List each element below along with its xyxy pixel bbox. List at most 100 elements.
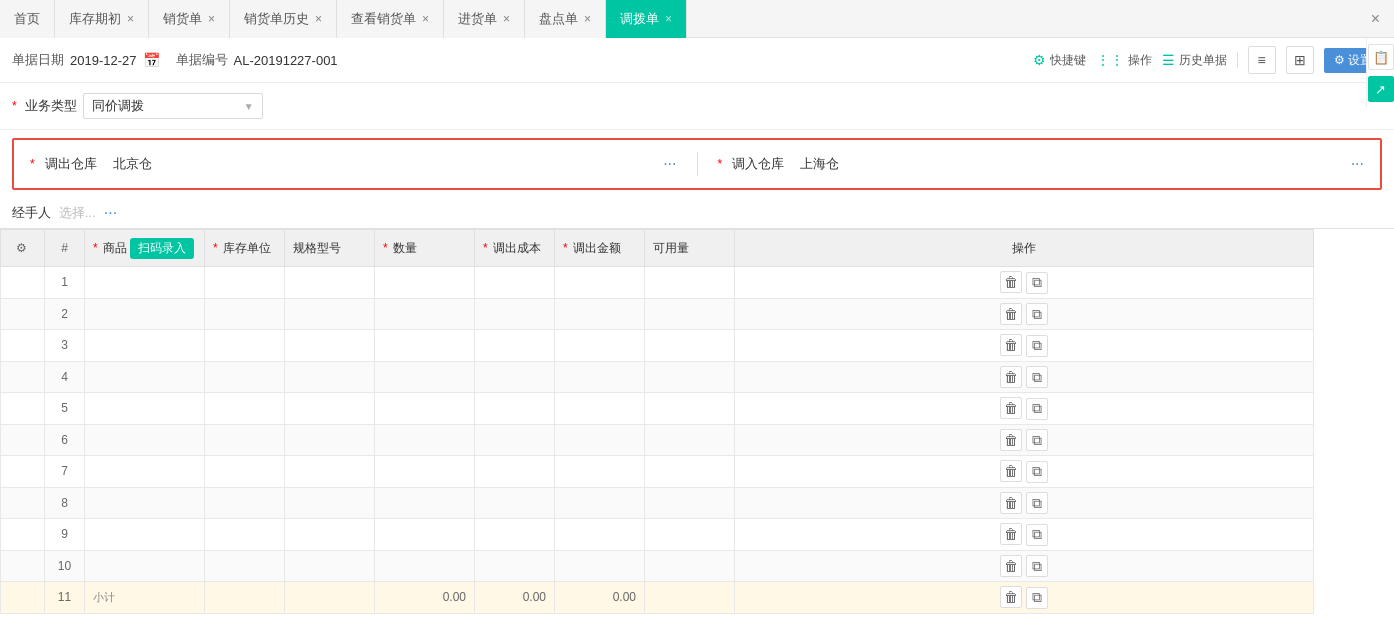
row-unit-cell[interactable] [205, 424, 285, 456]
business-type-select[interactable]: 同价调拨 ▼ [83, 93, 263, 119]
row-cost-cell[interactable] [475, 487, 555, 519]
row-amount-cell[interactable] [555, 424, 645, 456]
close-tab-purchase[interactable]: × [503, 12, 510, 26]
close-tab-stocktake[interactable]: × [584, 12, 591, 26]
row-qty-cell[interactable] [375, 267, 475, 299]
row-unit-cell[interactable] [205, 330, 285, 362]
row-avail-cell[interactable] [645, 361, 735, 393]
row-delete-icon[interactable]: 🗑 [1000, 492, 1022, 514]
row-spec-cell[interactable] [285, 330, 375, 362]
row-unit-cell[interactable] [205, 267, 285, 299]
row-cost-cell[interactable] [475, 456, 555, 488]
row-copy-icon[interactable]: ⧉ [1026, 429, 1048, 451]
row-copy-icon[interactable]: ⧉ [1026, 272, 1048, 294]
row-spec-cell[interactable] [285, 424, 375, 456]
close-tab-transfer[interactable]: × [665, 12, 672, 26]
close-tab-inventory-init[interactable]: × [127, 12, 134, 26]
row-delete-icon[interactable]: 🗑 [1000, 460, 1022, 482]
close-tab-sales-order[interactable]: × [208, 12, 215, 26]
row-amount-cell[interactable] [555, 361, 645, 393]
row-copy-icon[interactable]: ⧉ [1026, 303, 1048, 325]
row-cost-cell[interactable] [475, 267, 555, 299]
row-cost-cell[interactable] [475, 424, 555, 456]
gear-settings-icon[interactable]: ⚙ [9, 236, 33, 260]
row-copy-icon[interactable]: ⧉ [1026, 492, 1048, 514]
row-spec-cell[interactable] [285, 361, 375, 393]
row-spec-cell[interactable] [285, 267, 375, 299]
row-unit-cell[interactable] [205, 550, 285, 582]
sidebar-notes-button[interactable]: 📋 [1368, 44, 1394, 70]
row-qty-cell[interactable] [375, 487, 475, 519]
row-amount-cell[interactable] [555, 519, 645, 551]
row-spec-cell[interactable] [285, 298, 375, 330]
row-avail-cell[interactable] [645, 267, 735, 299]
row-amount-cell[interactable] [555, 298, 645, 330]
tab-home[interactable]: 首页 [0, 0, 55, 38]
subtotal-copy-icon[interactable]: ⧉ [1026, 587, 1048, 609]
row-goods-cell[interactable] [85, 361, 205, 393]
scan-button[interactable]: 扫码录入 [130, 238, 194, 259]
row-qty-cell[interactable] [375, 361, 475, 393]
row-copy-icon[interactable]: ⧉ [1026, 555, 1048, 577]
row-copy-icon[interactable]: ⧉ [1026, 366, 1048, 388]
row-amount-cell[interactable] [555, 487, 645, 519]
row-qty-cell[interactable] [375, 519, 475, 551]
tab-stocktake[interactable]: 盘点单 × [525, 0, 606, 38]
row-cost-cell[interactable] [475, 330, 555, 362]
row-unit-cell[interactable] [205, 361, 285, 393]
row-delete-icon[interactable]: 🗑 [1000, 555, 1022, 577]
row-spec-cell[interactable] [285, 519, 375, 551]
row-avail-cell[interactable] [645, 519, 735, 551]
row-qty-cell[interactable] [375, 550, 475, 582]
row-delete-icon[interactable]: 🗑 [1000, 429, 1022, 451]
history-button[interactable]: ☰ 历史单据 [1162, 52, 1227, 69]
col-gear-header[interactable]: ⚙ [1, 230, 45, 267]
row-delete-icon[interactable]: 🗑 [1000, 397, 1022, 419]
close-tab-view-sales[interactable]: × [422, 12, 429, 26]
row-unit-cell[interactable] [205, 456, 285, 488]
row-avail-cell[interactable] [645, 298, 735, 330]
person-select[interactable]: 选择... [59, 204, 96, 222]
row-goods-cell[interactable] [85, 456, 205, 488]
row-copy-icon[interactable]: ⧉ [1026, 524, 1048, 546]
row-spec-cell[interactable] [285, 550, 375, 582]
row-copy-icon[interactable]: ⧉ [1026, 461, 1048, 483]
tab-transfer[interactable]: 调拨单 × [606, 0, 687, 38]
row-delete-icon[interactable]: 🗑 [1000, 303, 1022, 325]
close-tab-sales-history[interactable]: × [315, 12, 322, 26]
row-delete-icon[interactable]: 🗑 [1000, 366, 1022, 388]
row-avail-cell[interactable] [645, 424, 735, 456]
row-goods-cell[interactable] [85, 550, 205, 582]
shortcut-button[interactable]: ⚙ 快捷键 [1033, 52, 1086, 69]
person-more-button[interactable]: ··· [104, 204, 117, 222]
row-delete-icon[interactable]: 🗑 [1000, 271, 1022, 293]
grid-view-button[interactable]: ⊞ [1286, 46, 1314, 74]
operations-button[interactable]: ⋮⋮ 操作 [1096, 52, 1152, 69]
in-warehouse-more-button[interactable]: ··· [1351, 155, 1364, 173]
tab-inventory-init[interactable]: 库存期初 × [55, 0, 149, 38]
row-spec-cell[interactable] [285, 456, 375, 488]
row-delete-icon[interactable]: 🗑 [1000, 523, 1022, 545]
row-amount-cell[interactable] [555, 456, 645, 488]
tab-view-sales[interactable]: 查看销货单 × [337, 0, 444, 38]
row-qty-cell[interactable] [375, 456, 475, 488]
row-goods-cell[interactable] [85, 393, 205, 425]
row-amount-cell[interactable] [555, 330, 645, 362]
row-qty-cell[interactable] [375, 424, 475, 456]
row-unit-cell[interactable] [205, 298, 285, 330]
row-goods-cell[interactable] [85, 330, 205, 362]
row-avail-cell[interactable] [645, 456, 735, 488]
close-window-button[interactable]: × [1357, 10, 1394, 28]
list-view-button[interactable]: ≡ [1248, 46, 1276, 74]
row-cost-cell[interactable] [475, 550, 555, 582]
row-avail-cell[interactable] [645, 393, 735, 425]
row-amount-cell[interactable] [555, 393, 645, 425]
row-qty-cell[interactable] [375, 330, 475, 362]
row-amount-cell[interactable] [555, 550, 645, 582]
row-copy-icon[interactable]: ⧉ [1026, 398, 1048, 420]
row-unit-cell[interactable] [205, 487, 285, 519]
row-avail-cell[interactable] [645, 487, 735, 519]
tab-purchase[interactable]: 进货单 × [444, 0, 525, 38]
row-goods-cell[interactable] [85, 424, 205, 456]
row-cost-cell[interactable] [475, 393, 555, 425]
